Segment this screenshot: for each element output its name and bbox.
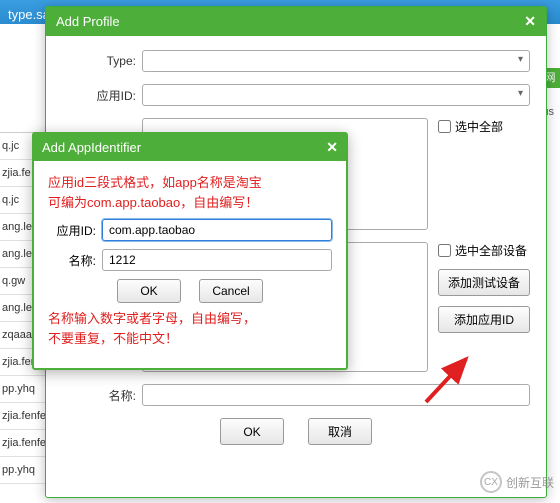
name-bottom-label: 名称: [62,387,142,404]
inner-ok-button[interactable]: OK [117,279,181,303]
select-all-checkbox[interactable]: 选中全部 [438,118,530,135]
add-appidentifier-titlebar: Add AppIdentifier ✕ [34,134,346,161]
inner-name-label: 名称: [48,252,102,269]
hint-text-1: 应用id三段式格式，如app名称是淘宝 可编为com.app.taobao，自由… [48,173,332,213]
watermark: CX 创新互联 [480,471,554,493]
add-profile-title: Add Profile [56,14,120,29]
watermark-text: 创新互联 [506,474,554,491]
select-all-devices-label: 选中全部设备 [455,242,527,259]
type-label: Type: [62,54,142,68]
ok-button[interactable]: OK [220,418,284,445]
add-app-id-button[interactable]: 添加应用ID [438,306,530,333]
add-profile-titlebar: Add Profile ✕ [46,7,546,36]
select-all-devices-checkbox[interactable]: 选中全部设备 [438,242,530,259]
close-icon[interactable]: ✕ [326,139,338,156]
inner-appid-input[interactable] [102,219,332,241]
add-test-device-button[interactable]: 添加测试设备 [438,269,530,296]
inner-appid-label: 应用ID: [48,222,102,239]
name-input[interactable] [142,384,530,406]
select-all-label: 选中全部 [455,118,503,135]
close-icon[interactable]: ✕ [524,13,536,30]
cancel-button[interactable]: 取消 [308,418,372,445]
inner-name-input[interactable] [102,249,332,271]
checkbox-icon[interactable] [438,120,451,133]
checkbox-icon[interactable] [438,244,451,257]
add-appidentifier-dialog: Add AppIdentifier ✕ 应用id三段式格式，如app名称是淘宝 … [32,132,348,370]
inner-cancel-button[interactable]: Cancel [199,279,263,303]
add-appidentifier-title: Add AppIdentifier [42,140,141,155]
hint-text-2: 名称输入数字或者字母，自由编写， 不要重复，不能中文！ [48,309,332,349]
appid-label: 应用ID: [62,87,142,104]
type-select[interactable] [142,50,530,72]
appid-select[interactable] [142,84,530,106]
watermark-logo-icon: CX [480,471,502,493]
